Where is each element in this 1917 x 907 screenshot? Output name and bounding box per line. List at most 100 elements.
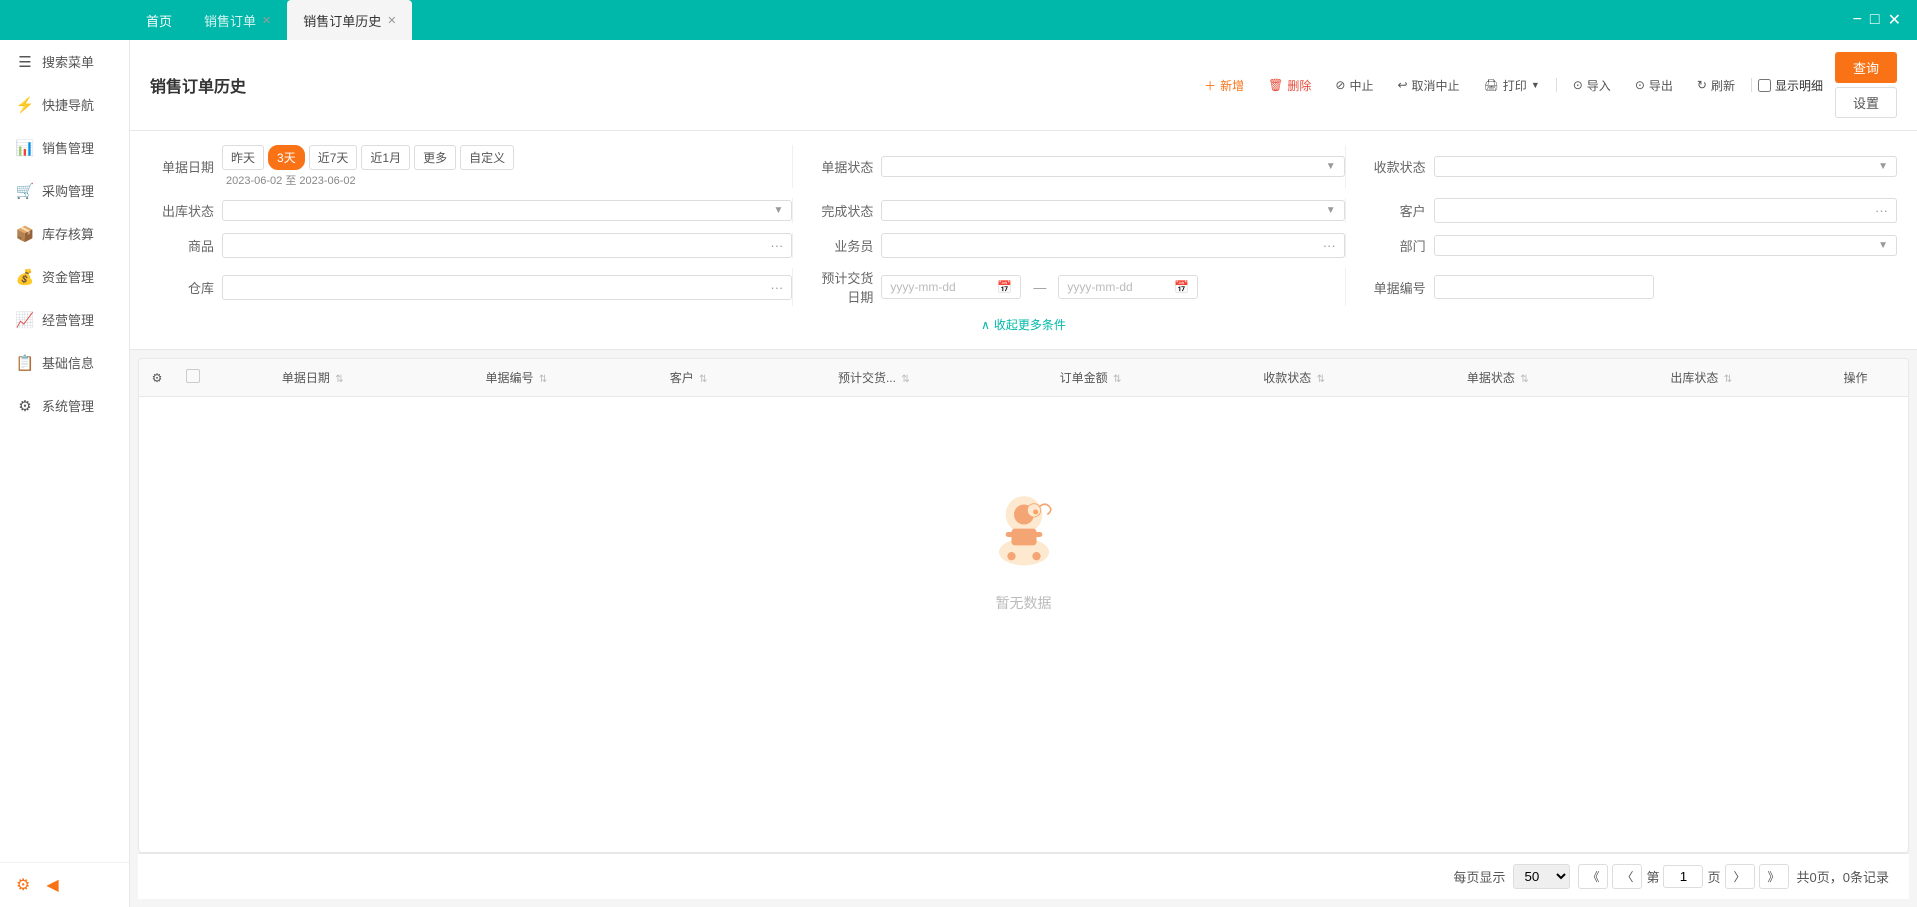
tab-home[interactable]: 首页 (130, 0, 188, 40)
sidebar-item-basic-info[interactable]: 📋 基础信息 (0, 341, 129, 384)
date-btn-custom[interactable]: 自定义 (460, 145, 514, 170)
maximize-btn[interactable]: □ (1870, 11, 1880, 29)
tab-sales-order-history-close[interactable]: ✕ (387, 14, 396, 27)
delete-button[interactable]: 🗑 删除 (1258, 72, 1321, 99)
tab-sales-order-close[interactable]: ✕ (262, 14, 271, 27)
sidebar-item-sys-mgmt[interactable]: ⚙ 系统管理 (0, 384, 129, 427)
filter-col-product: 商品 ··· (150, 233, 792, 258)
search-menu-icon: ☰ (16, 53, 34, 71)
col-date[interactable]: 单据日期 ⇅ (211, 359, 415, 397)
col-order-status[interactable]: 单据状态 ⇅ (1396, 359, 1600, 397)
warehouse-select[interactable]: ··· (222, 275, 792, 300)
expected-date-from[interactable]: yyyy-mm-dd 📅 (881, 275, 1021, 299)
col-payment-status-label: 收款状态 (1263, 371, 1311, 385)
filter-col-date: 单据日期 昨天 3天 近7天 近1月 更多 自定义 2023-06-02 至 2… (150, 145, 792, 188)
department-filter-value: ▼ (1434, 235, 1897, 256)
out-status-label: 出库状态 (150, 201, 222, 220)
print-button[interactable]: 🖨 打印 ▼ (1474, 72, 1550, 99)
print-label: 打印 (1503, 77, 1527, 94)
filter-col-payment-status: 收款状态 ▼ (1345, 145, 1897, 188)
export-icon: ⊙ (1635, 78, 1645, 92)
import-button[interactable]: ⊙ 导入 (1563, 72, 1621, 99)
department-arrow-icon: ▼ (1878, 240, 1888, 251)
warehouse-filter-value: ··· (222, 275, 792, 300)
sidebar-item-quick-nav[interactable]: ⚡ 快捷导航 (0, 83, 129, 126)
col-check[interactable] (175, 359, 211, 397)
page-next-btn[interactable]: 〉 (1725, 864, 1755, 889)
page-last-btn[interactable]: 》 (1759, 864, 1789, 889)
col-amount[interactable]: 订单金额 ⇅ (989, 359, 1193, 397)
toolbar: ＋ 新增 🗑 删除 ⊘ 中止 ↩ 取消中止 🖨 打印 (1194, 52, 1897, 118)
col-operation-label: 操作 (1844, 371, 1868, 385)
sidebar-item-search-menu[interactable]: ☰ 搜索菜单 (0, 40, 129, 83)
date-filter-value: 昨天 3天 近7天 近1月 更多 自定义 2023-06-02 至 2023-0… (222, 145, 792, 188)
date-btn-3days[interactable]: 3天 (268, 145, 305, 170)
collapse-filter-row[interactable]: ∧ 收起更多条件 (150, 314, 1897, 335)
col-payment-status[interactable]: 收款状态 ⇅ (1192, 359, 1396, 397)
query-button[interactable]: 查询 (1835, 52, 1897, 83)
page-size-label: 每页显示 (1453, 867, 1505, 886)
print-icon: 🖨 (1484, 78, 1499, 92)
page-header: 销售订单历史 ＋ 新增 🗑 删除 ⊘ 中止 ↩ 取消中止 (130, 40, 1917, 131)
sidebar-item-finance-mgmt[interactable]: 💰 资金管理 (0, 255, 129, 298)
select-all-checkbox[interactable] (186, 369, 200, 383)
inventory-mgmt-icon: 📦 (16, 225, 34, 243)
page-prev-btn[interactable]: 〈 (1612, 864, 1642, 889)
sidebar-bottom: ⚙ ◀ (0, 862, 129, 907)
order-status-select[interactable]: ▼ (881, 156, 1344, 177)
page-unit: 页 (1707, 867, 1720, 886)
date-btn-more[interactable]: 更多 (414, 145, 456, 170)
order-no-input[interactable] (1434, 275, 1654, 299)
ops-mgmt-icon: 📈 (16, 311, 34, 329)
col-out-status[interactable]: 出库状态 ⇅ (1600, 359, 1804, 397)
close-btn[interactable]: ✕ (1888, 10, 1901, 30)
settings-bottom-icon[interactable]: ⚙ (16, 875, 30, 895)
out-status-select[interactable]: ▼ (222, 200, 792, 221)
cancel-stop-button[interactable]: ↩ 取消中止 (1387, 72, 1469, 99)
expected-date-to[interactable]: yyyy-mm-dd 📅 (1058, 275, 1198, 299)
col-settings[interactable]: ⚙ (139, 359, 175, 397)
show-detail-checkbox-label[interactable]: 显示明细 (1758, 77, 1823, 94)
sidebar-item-inventory-mgmt-label: 库存核算 (42, 224, 94, 243)
date-btn-today[interactable]: 昨天 (222, 145, 264, 170)
sidebar-item-ops-mgmt[interactable]: 📈 经营管理 (0, 298, 129, 341)
department-select[interactable]: ▼ (1434, 235, 1897, 256)
col-number-label: 单据编号 (486, 371, 534, 385)
sidebar-item-sales-mgmt[interactable]: 📊 销售管理 (0, 126, 129, 169)
col-expected-date[interactable]: 预计交货... ⇅ (759, 359, 989, 397)
export-button[interactable]: ⊙ 导出 (1625, 72, 1683, 99)
payment-status-select[interactable]: ▼ (1434, 156, 1897, 177)
page-size-select[interactable]: 50 10 20 100 (1513, 864, 1570, 889)
sidebar-item-inventory-mgmt[interactable]: 📦 库存核算 (0, 212, 129, 255)
order-status-arrow-icon: ▼ (1326, 161, 1336, 172)
import-icon: ⊙ (1573, 78, 1583, 92)
col-number[interactable]: 单据编号 ⇅ (415, 359, 619, 397)
window-controls: − □ ✕ (1853, 10, 1917, 30)
page-number-input[interactable] (1663, 865, 1703, 888)
empty-state: 暂无数据 (139, 397, 1908, 693)
col-customer-label: 客户 (670, 371, 694, 385)
product-select[interactable]: ··· (222, 233, 792, 258)
print-arrow-icon: ▼ (1531, 80, 1540, 90)
collapse-sidebar-icon[interactable]: ◀ (46, 875, 58, 895)
page-first-btn[interactable]: 《 (1578, 864, 1608, 889)
salesperson-select[interactable]: ··· (881, 233, 1344, 258)
col-customer[interactable]: 客户 ⇅ (618, 359, 759, 397)
setting-button[interactable]: 设置 (1835, 87, 1897, 118)
sidebar-item-finance-mgmt-label: 资金管理 (42, 267, 94, 286)
customer-select[interactable]: ··· (1434, 198, 1897, 223)
minimize-btn[interactable]: − (1853, 11, 1862, 29)
date-btn-1month[interactable]: 近1月 (361, 145, 410, 170)
tab-sales-order-history[interactable]: 销售订单历史 ✕ (287, 0, 412, 40)
salesperson-ellipsis-icon: ··· (1323, 238, 1336, 253)
refresh-button[interactable]: ↻ 刷新 (1687, 72, 1745, 99)
sidebar-item-purchase-mgmt[interactable]: 🛒 采购管理 (0, 169, 129, 212)
complete-status-select[interactable]: ▼ (881, 200, 1344, 221)
col-out-status-label: 出库状态 (1670, 371, 1718, 385)
tab-sales-order[interactable]: 销售订单 ✕ (188, 0, 287, 40)
add-button[interactable]: ＋ 新增 (1194, 72, 1254, 99)
show-detail-checkbox[interactable] (1758, 79, 1771, 92)
stop-button[interactable]: ⊘ 中止 (1325, 72, 1383, 99)
date-btn-7days[interactable]: 近7天 (309, 145, 358, 170)
date-dash: — (1027, 280, 1052, 295)
